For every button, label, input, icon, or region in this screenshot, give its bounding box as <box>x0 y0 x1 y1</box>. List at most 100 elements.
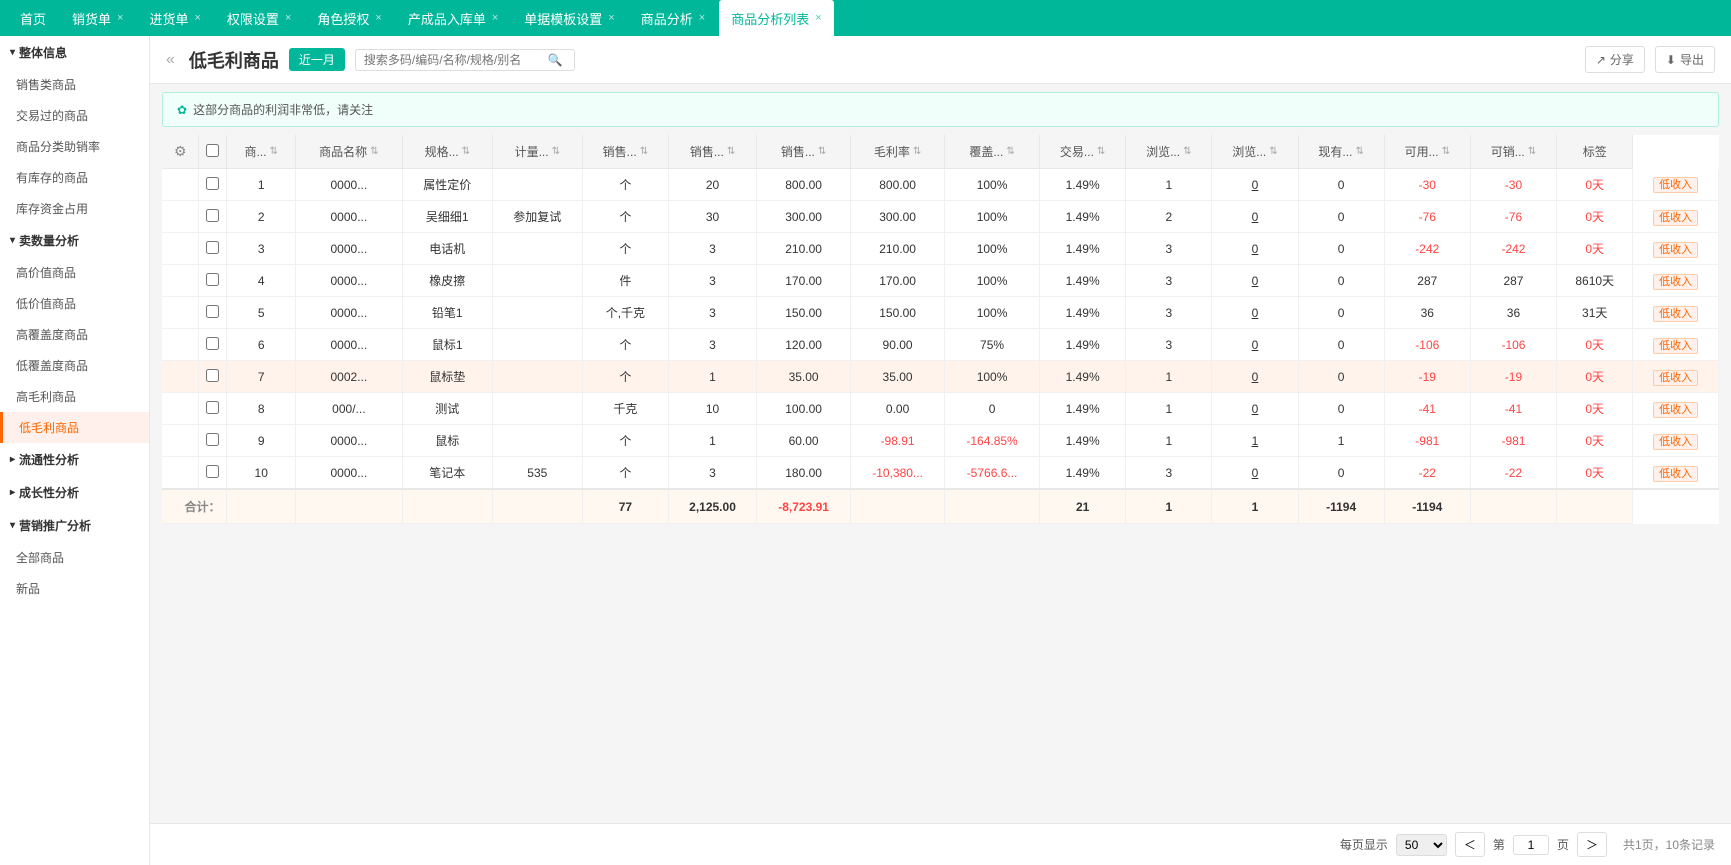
row-checkbox-cell[interactable] <box>199 233 227 265</box>
col-current-stock[interactable]: 现有...⇅ <box>1298 135 1384 169</box>
row-browse1[interactable]: 1 <box>1212 425 1298 457</box>
row-browse1[interactable]: 0 <box>1212 297 1298 329</box>
row-browse1[interactable]: 0 <box>1212 169 1298 201</box>
sidebar-item-sales-products[interactable]: 销售类商品 <box>0 69 149 100</box>
row-checkbox-cell[interactable] <box>199 457 227 490</box>
page-input[interactable] <box>1513 835 1549 855</box>
row-browse1[interactable]: 0 <box>1212 265 1298 297</box>
row-checkbox-cell[interactable] <box>199 329 227 361</box>
row-checkbox[interactable] <box>206 465 219 478</box>
nav-home[interactable]: 首页 <box>8 0 58 36</box>
nav-template[interactable]: 单据模板设置 × <box>512 0 626 36</box>
col-spec[interactable]: 规格...⇅ <box>402 135 492 169</box>
browse1-link[interactable]: 0 <box>1252 402 1259 416</box>
sidebar-item-category-rate[interactable]: 商品分类助销率 <box>0 131 149 162</box>
row-checkbox[interactable] <box>206 401 219 414</box>
sidebar-item-all-products[interactable]: 全部商品 <box>0 542 149 573</box>
sidebar-item-low-value[interactable]: 低价值商品 <box>0 288 149 319</box>
col-transaction[interactable]: 交易...⇅ <box>1040 135 1126 169</box>
sidebar-collapse-icon[interactable]: « <box>166 51 175 69</box>
row-checkbox-cell[interactable] <box>199 265 227 297</box>
browse1-link[interactable]: 0 <box>1252 178 1259 192</box>
row-checkbox[interactable] <box>206 369 219 382</box>
col-available[interactable]: 可用...⇅ <box>1384 135 1470 169</box>
share-button[interactable]: ↗ 分享 <box>1585 46 1645 73</box>
row-checkbox-cell[interactable] <box>199 361 227 393</box>
nav-product-analysis[interactable]: 商品分析 × <box>629 0 717 36</box>
col-sales-amount[interactable]: 销售...⇅ <box>668 135 756 169</box>
col-code[interactable]: 商...⇅ <box>227 135 295 169</box>
col-gross-margin[interactable]: 毛利率⇅ <box>851 135 945 169</box>
col-sales-qty[interactable]: 销售...⇅ <box>582 135 668 169</box>
sidebar-item-high-value[interactable]: 高价值商品 <box>0 257 149 288</box>
row-checkbox[interactable] <box>206 337 219 350</box>
row-checkbox[interactable] <box>206 305 219 318</box>
browse1-link[interactable]: 0 <box>1252 370 1259 384</box>
row-browse1[interactable]: 0 <box>1212 233 1298 265</box>
nav-roles-close[interactable]: × <box>375 12 381 24</box>
prev-page-button[interactable]: ＜ <box>1455 832 1485 857</box>
browse1-link[interactable]: 0 <box>1252 306 1259 320</box>
browse1-link[interactable]: 0 <box>1252 242 1259 256</box>
row-browse1[interactable]: 0 <box>1212 201 1298 233</box>
row-checkbox[interactable] <box>206 209 219 222</box>
col-settings[interactable]: ⚙ <box>162 135 199 169</box>
col-name[interactable]: 商品名称⇅ <box>295 135 402 169</box>
sidebar-section-marketing-title[interactable]: ▾ 营销推广分析 <box>0 509 149 542</box>
search-icon[interactable]: 🔍 <box>548 53 563 67</box>
row-checkbox[interactable] <box>206 177 219 190</box>
nav-permissions-close[interactable]: × <box>285 12 291 24</box>
sidebar-section-circulation-title[interactable]: ▸ 流通性分析 <box>0 443 149 476</box>
nav-permissions[interactable]: 权限设置 × <box>215 0 303 36</box>
sidebar-item-new-products[interactable]: 新品 <box>0 573 149 604</box>
sidebar-item-stocked-products[interactable]: 有库存的商品 <box>0 162 149 193</box>
row-checkbox-cell[interactable] <box>199 297 227 329</box>
col-saleable-days[interactable]: 可销...⇅ <box>1470 135 1556 169</box>
sidebar-item-traded-products[interactable]: 交易过的商品 <box>0 100 149 131</box>
col-browse1[interactable]: 浏览...⇅ <box>1126 135 1212 169</box>
row-browse1[interactable]: 0 <box>1212 329 1298 361</box>
nav-roles[interactable]: 角色授权 × <box>305 0 393 36</box>
nav-purchase-close[interactable]: × <box>194 12 200 24</box>
row-checkbox-cell[interactable] <box>199 169 227 201</box>
row-browse1[interactable]: 0 <box>1212 361 1298 393</box>
nav-product-entry-close[interactable]: × <box>492 12 498 24</box>
page-size-select[interactable]: 50 100 200 <box>1396 834 1447 856</box>
sidebar-item-low-margin[interactable]: 低毛利商品 <box>0 412 149 443</box>
nav-sales[interactable]: 销货单 × <box>60 0 135 36</box>
nav-purchase[interactable]: 进货单 × <box>137 0 212 36</box>
row-checkbox-cell[interactable] <box>199 393 227 425</box>
row-checkbox-cell[interactable] <box>199 425 227 457</box>
row-checkbox-cell[interactable] <box>199 201 227 233</box>
browse1-link[interactable]: 0 <box>1252 466 1259 480</box>
browse1-link[interactable]: 0 <box>1252 210 1259 224</box>
nav-product-entry[interactable]: 产成品入库单 × <box>396 0 510 36</box>
sidebar-item-stock-capital[interactable]: 库存资金占用 <box>0 193 149 224</box>
row-checkbox[interactable] <box>206 241 219 254</box>
period-button[interactable]: 近一月 <box>289 48 345 71</box>
row-browse1[interactable]: 0 <box>1212 393 1298 425</box>
col-checkbox[interactable] <box>199 135 227 169</box>
sidebar-item-high-coverage[interactable]: 高覆盖度商品 <box>0 319 149 350</box>
row-checkbox[interactable] <box>206 433 219 446</box>
col-coverage[interactable]: 覆盖...⇅ <box>945 135 1040 169</box>
col-browse2[interactable]: 浏览...⇅ <box>1212 135 1298 169</box>
nav-product-analysis-list[interactable]: 商品分析列表 × <box>719 0 833 36</box>
col-tag[interactable]: 标签 <box>1557 135 1633 169</box>
col-unit[interactable]: 计量...⇅ <box>492 135 582 169</box>
sidebar-item-low-coverage[interactable]: 低覆盖度商品 <box>0 350 149 381</box>
row-browse1[interactable]: 0 <box>1212 457 1298 490</box>
next-page-button[interactable]: ＞ <box>1577 832 1607 857</box>
sidebar-item-high-margin[interactable]: 高毛利商品 <box>0 381 149 412</box>
select-all-checkbox[interactable] <box>206 144 219 157</box>
browse1-link[interactable]: 0 <box>1252 338 1259 352</box>
sidebar-section-growth-title[interactable]: ▸ 成长性分析 <box>0 476 149 509</box>
col-sales-profit[interactable]: 销售...⇅ <box>757 135 851 169</box>
nav-template-close[interactable]: × <box>608 12 614 24</box>
nav-sales-close[interactable]: × <box>117 12 123 24</box>
nav-product-analysis-close[interactable]: × <box>699 12 705 24</box>
row-checkbox[interactable] <box>206 273 219 286</box>
export-button[interactable]: ⬇ 导出 <box>1655 46 1715 73</box>
browse1-link[interactable]: 1 <box>1252 434 1259 448</box>
browse1-link[interactable]: 0 <box>1252 274 1259 288</box>
